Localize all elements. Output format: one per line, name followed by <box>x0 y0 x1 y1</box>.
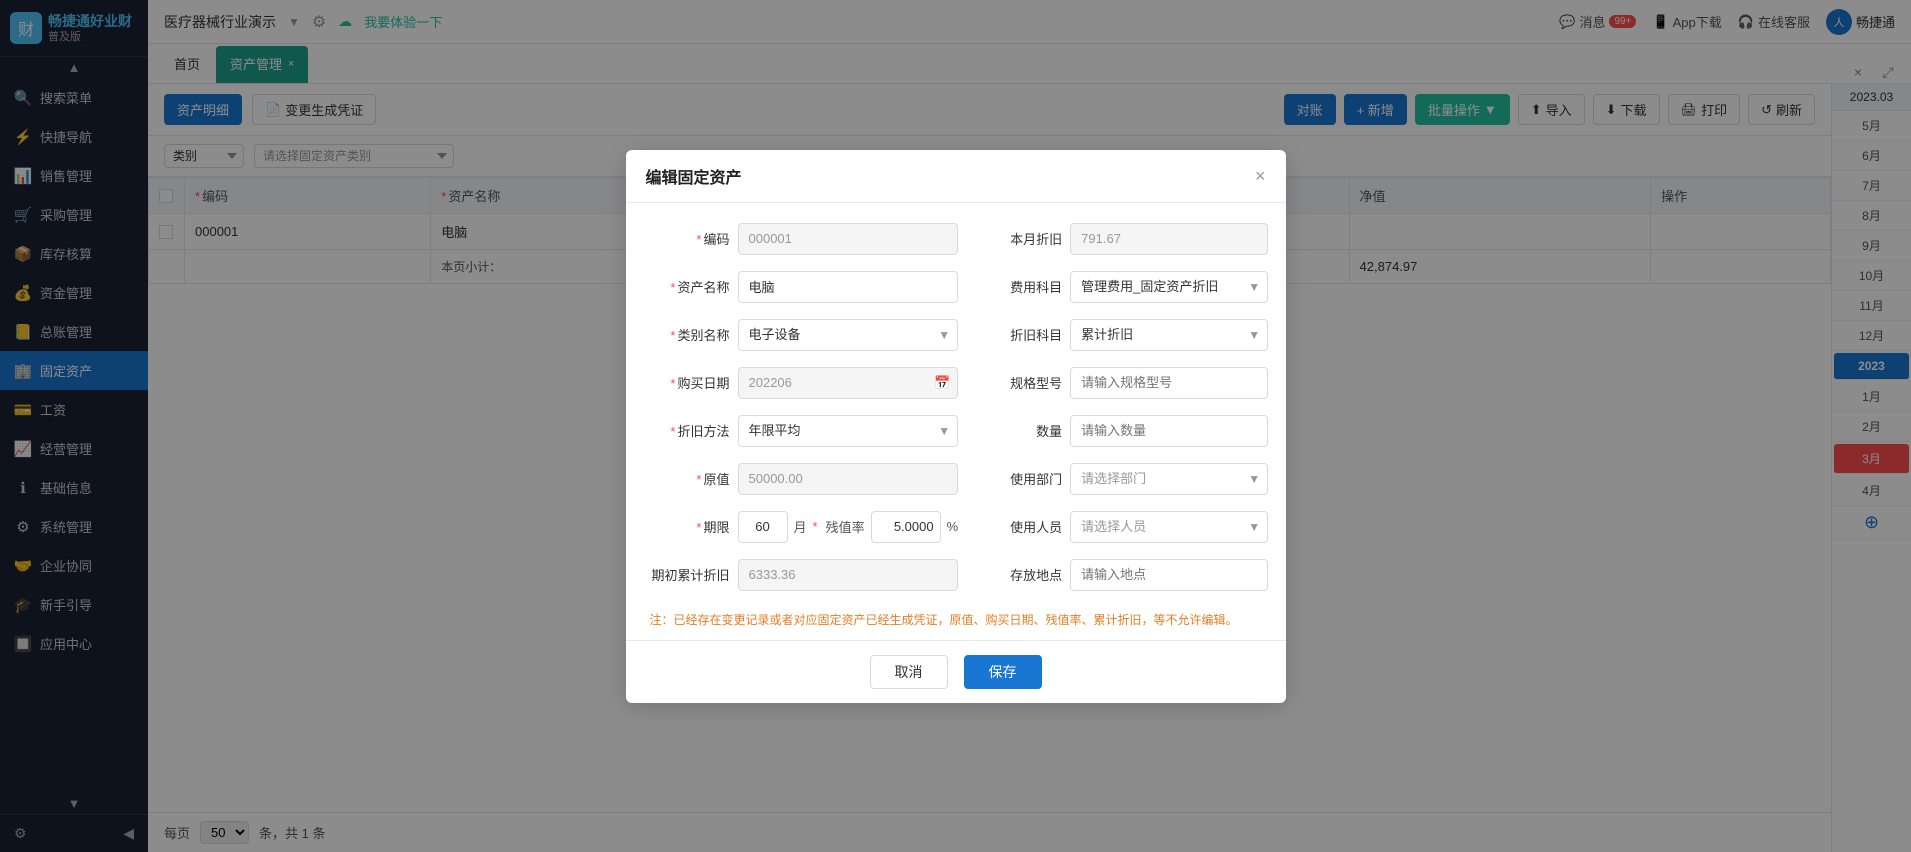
form-item-location: 存放地点 <box>982 559 1268 591</box>
department-select[interactable]: 请选择部门 <box>1070 463 1268 495</box>
location-input[interactable] <box>1070 559 1268 591</box>
depreciation-method-wrap: 年限平均 ▼ <box>738 415 959 447</box>
department-wrap: 请选择部门 ▼ <box>1070 463 1268 495</box>
person-select[interactable]: 请选择人员 <box>1070 511 1268 543</box>
form-item-department: 使用部门 请选择部门 ▼ <box>982 463 1268 495</box>
category-select[interactable]: 电子设备 <box>738 319 959 351</box>
category-wrap: 电子设备 ▼ <box>738 319 959 351</box>
residual-rate-input[interactable] <box>871 511 941 543</box>
form-item-person: 使用人员 请选择人员 ▼ <box>982 511 1268 543</box>
form-item-category: *类别名称 电子设备 ▼ <box>650 319 959 351</box>
depreciation-subject-wrap: 累计折旧 ▼ <box>1070 319 1268 351</box>
spec-input[interactable] <box>1070 367 1268 399</box>
code-input[interactable] <box>738 223 959 255</box>
asset-name-input[interactable] <box>738 271 959 303</box>
person-wrap: 请选择人员 ▼ <box>1070 511 1268 543</box>
form-item-quantity: 数量 <box>982 415 1268 447</box>
purchase-date-input[interactable] <box>738 367 959 399</box>
form-item-monthly-depreciation: 本月折旧 <box>982 223 1268 255</box>
period-input[interactable] <box>738 511 788 543</box>
modal-body: *编码 本月折旧 *资产名称 费用科目 <box>626 203 1286 611</box>
original-value-input[interactable] <box>738 463 959 495</box>
form-item-asset-name: *资产名称 <box>650 271 959 303</box>
quantity-input[interactable] <box>1070 415 1268 447</box>
form-item-purchase-date: *购买日期 📅 <box>650 367 959 399</box>
initial-accumulated-input[interactable] <box>738 559 959 591</box>
cancel-button[interactable]: 取消 <box>870 655 948 689</box>
expense-subject-wrap: 管理费用_固定资产折旧 ▼ <box>1070 271 1268 303</box>
form-item-period: *期限 月 * 残值率 % <box>650 511 959 543</box>
modal-header: 编辑固定资产 × <box>626 150 1286 203</box>
residual-rate-unit: % <box>947 519 959 534</box>
modal-title: 编辑固定资产 <box>646 164 742 188</box>
modal-close-btn[interactable]: × <box>1255 167 1266 185</box>
form-item-expense-subject: 费用科目 管理费用_固定资产折旧 ▼ <box>982 271 1268 303</box>
period-unit: 月 <box>794 517 807 536</box>
form-item-code: *编码 <box>650 223 959 255</box>
form-item-depreciation-method: *折旧方法 年限平均 ▼ <box>650 415 959 447</box>
edit-asset-modal: 编辑固定资产 × *编码 本月折旧 *资产名称 <box>626 150 1286 703</box>
expense-subject-select[interactable]: 管理费用_固定资产折旧 <box>1070 271 1268 303</box>
form-item-depreciation-subject: 折旧科目 累计折旧 ▼ <box>982 319 1268 351</box>
save-button[interactable]: 保存 <box>964 655 1042 689</box>
form-item-original-value: *原值 <box>650 463 959 495</box>
modal-note: 注：已经存在变更记录或者对应固定资产已经生成凭证，原值、购买日期、残值率、累计折… <box>626 611 1286 640</box>
monthly-depreciation-input[interactable] <box>1070 223 1268 255</box>
depreciation-subject-select[interactable]: 累计折旧 <box>1070 319 1268 351</box>
depreciation-method-select[interactable]: 年限平均 <box>738 415 959 447</box>
form-item-initial-accumulated: 期初累计折旧 <box>650 559 959 591</box>
purchase-date-wrap: 📅 <box>738 367 959 399</box>
modal-overlay: 编辑固定资产 × *编码 本月折旧 *资产名称 <box>0 0 1911 852</box>
modal-footer: 取消 保存 <box>626 640 1286 703</box>
form-item-spec: 规格型号 <box>982 367 1268 399</box>
period-row: 月 * 残值率 % <box>738 511 959 543</box>
form-grid: *编码 本月折旧 *资产名称 费用科目 <box>650 223 1262 591</box>
residual-rate-label: 残值率 <box>826 517 865 536</box>
